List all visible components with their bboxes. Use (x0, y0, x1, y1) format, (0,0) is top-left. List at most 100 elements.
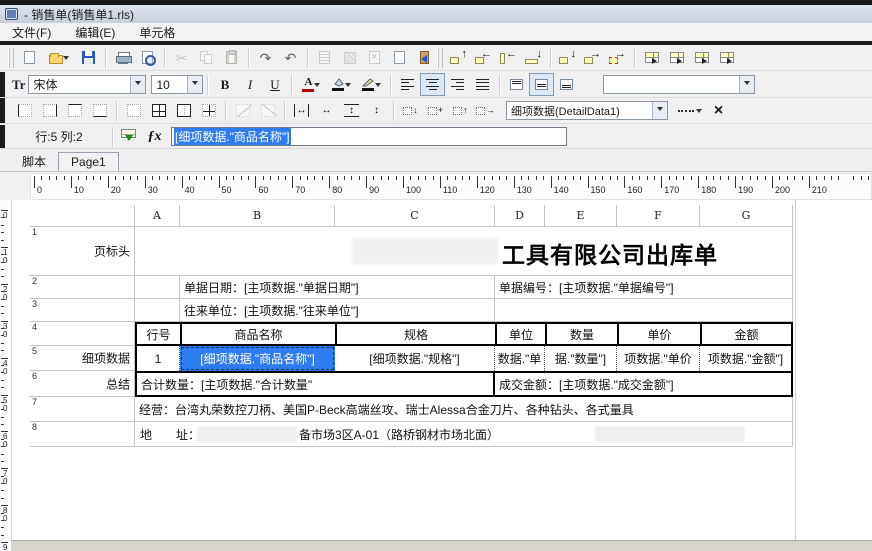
insert-column-group-button[interactable]: ← (496, 46, 521, 69)
style-dropdown[interactable] (739, 76, 755, 93)
font-color-dropdown[interactable] (314, 83, 321, 90)
band-selector-combo[interactable]: 细项数据(DetailData1) (506, 101, 668, 120)
border-color-button[interactable] (356, 73, 386, 96)
font-size-dropdown[interactable] (187, 76, 203, 93)
border-top-button[interactable] (62, 99, 87, 122)
detail-product-selected[interactable]: [细项数据."商品名称"] (180, 346, 335, 371)
band-label-detail[interactable]: 细项数据 (82, 350, 130, 367)
tab-script[interactable]: 脚本 (10, 152, 58, 171)
align-justify-button[interactable] (470, 73, 495, 96)
detail-qty[interactable]: 据."数量"] (545, 346, 617, 371)
band-selector-dropdown[interactable] (652, 102, 667, 119)
font-family-dropdown[interactable] (130, 76, 146, 93)
move-column-left-button[interactable] (689, 46, 714, 69)
font-size-combo[interactable]: 10 (151, 75, 204, 94)
border-color-dropdown[interactable] (374, 83, 381, 90)
header-amount[interactable]: 金额 (700, 322, 793, 346)
band-row-summary[interactable]: 6 总结 (30, 371, 135, 397)
fill-color-button[interactable] (326, 73, 356, 96)
cell-a2[interactable] (135, 276, 180, 299)
insert-band-right-button[interactable]: → (580, 46, 605, 69)
move-band-down-button[interactable] (664, 46, 689, 69)
merge-cells-button[interactable]: + (423, 99, 448, 122)
exit-designer-button[interactable] (412, 46, 437, 69)
toolbar-gripper[interactable] (437, 47, 443, 68)
redo-button[interactable]: ↷ (253, 46, 278, 69)
tab-page1[interactable]: Page1 (58, 152, 119, 171)
cell-business-scope[interactable]: 经营：台湾丸荣数控刀柄、美国P-Beck高端丝攻、瑞士Alessa合金刀片、各种… (135, 397, 793, 422)
column-header-f[interactable]: F (617, 205, 700, 227)
border-right-button[interactable] (37, 99, 62, 122)
cell-doc-date[interactable]: 单据日期：[主项数据."单据日期"] (180, 276, 495, 299)
open-dropdown-icon[interactable] (63, 56, 69, 63)
column-header-b[interactable]: B (180, 205, 335, 227)
bold-button[interactable]: B (212, 73, 237, 96)
same-width-button[interactable]: ↔ (289, 99, 314, 122)
border-left-button[interactable] (12, 99, 37, 122)
column-header-e[interactable]: E (545, 205, 617, 227)
report-title-cell[interactable]: 工具有限公司出库单 (135, 227, 793, 276)
band-row-detail[interactable]: 5 细项数据 (30, 346, 135, 371)
border-inner-button[interactable] (196, 99, 221, 122)
header-price[interactable]: 单价 (617, 322, 700, 346)
column-header-d[interactable]: D (495, 205, 545, 227)
line-style-button[interactable] (674, 99, 706, 122)
delete-button[interactable]: × (706, 99, 731, 122)
gutter-row-8[interactable]: 8 (30, 422, 135, 447)
underline-button[interactable]: U (262, 73, 287, 96)
menu-file[interactable]: 文件(F) (0, 23, 63, 41)
line-style-dropdown[interactable] (696, 109, 702, 116)
toolbar-gripper[interactable] (8, 47, 14, 68)
menu-cell[interactable]: 单元格 (127, 23, 187, 41)
horizontal-scrollbar[interactable] (12, 540, 872, 551)
move-band-up-button[interactable] (639, 46, 664, 69)
design-canvas[interactable]: A B C D E F G 1 页标头 2 3 4 5 细项数据 6 总结 7 … (12, 200, 872, 540)
detail-spec[interactable]: [细项数据."规格"] (335, 346, 495, 371)
summary-total-qty[interactable]: 合计数量：[主项数据."合计数量" (135, 371, 495, 397)
insert-cell-up-button[interactable]: ↑ (448, 99, 473, 122)
save-button[interactable] (76, 46, 101, 69)
header-spec[interactable]: 规格 (335, 322, 495, 346)
fit-width-button[interactable]: ↔ (314, 99, 339, 122)
insert-function-button[interactable]: ƒx (142, 125, 167, 148)
summary-total-amount[interactable]: 成交金额：[主项数据."成交金额"] (495, 371, 793, 397)
header-unit[interactable]: 单位 (495, 322, 545, 346)
move-column-right-button[interactable] (714, 46, 739, 69)
insert-cell-right-button[interactable]: → (473, 99, 498, 122)
detail-amount[interactable]: 项数据."金额"] (700, 346, 793, 371)
print-button[interactable] (110, 46, 135, 69)
valign-bottom-button[interactable] (554, 73, 579, 96)
valign-middle-button[interactable] (529, 73, 555, 96)
border-outer-button[interactable] (171, 99, 196, 122)
align-right-button[interactable] (445, 73, 470, 96)
gutter-row-3[interactable]: 3 (30, 299, 135, 322)
border-all-button[interactable] (146, 99, 171, 122)
same-height-button[interactable]: ↕ (339, 99, 364, 122)
border-bottom-button[interactable] (87, 99, 112, 122)
border-none-button[interactable] (121, 99, 146, 122)
insert-band-left-button[interactable]: ← (471, 46, 496, 69)
detail-price[interactable]: 项数据."单价 (617, 346, 700, 371)
font-color-button[interactable]: A (296, 73, 326, 96)
band-label-page-header[interactable]: 页标头 (94, 243, 130, 260)
menu-edit[interactable]: 编辑(E) (63, 23, 127, 41)
align-center-button[interactable] (420, 73, 446, 96)
insert-band-above-button[interactable]: ↑ (446, 46, 471, 69)
header-qty[interactable]: 数量 (545, 322, 617, 346)
header-product[interactable]: 商品名称 (180, 322, 335, 346)
insert-row-group-button[interactable]: ↓ (521, 46, 546, 69)
split-cell-down-button[interactable]: ↓ (398, 99, 423, 122)
italic-button[interactable]: I (237, 73, 262, 96)
style-combo[interactable] (603, 75, 756, 94)
gutter-row-4[interactable]: 4 (30, 322, 135, 346)
undo-button[interactable]: ↶ (278, 46, 303, 69)
cell-customer[interactable]: 往来单位：[主项数据."往来单位"] (180, 299, 495, 322)
cell-doc-no[interactable]: 单据编号：[主项数据."单据编号"] (495, 276, 793, 299)
apply-to-cell-button[interactable] (117, 125, 142, 148)
expression-input[interactable]: [细项数据."商品名称"] (171, 127, 567, 146)
column-header-c[interactable]: C (335, 205, 495, 227)
valign-top-button[interactable] (504, 73, 529, 96)
font-family-combo[interactable]: 宋体 (28, 75, 147, 94)
print-preview-button[interactable] (135, 46, 160, 69)
insert-band-below-button[interactable]: ↓ (555, 46, 580, 69)
